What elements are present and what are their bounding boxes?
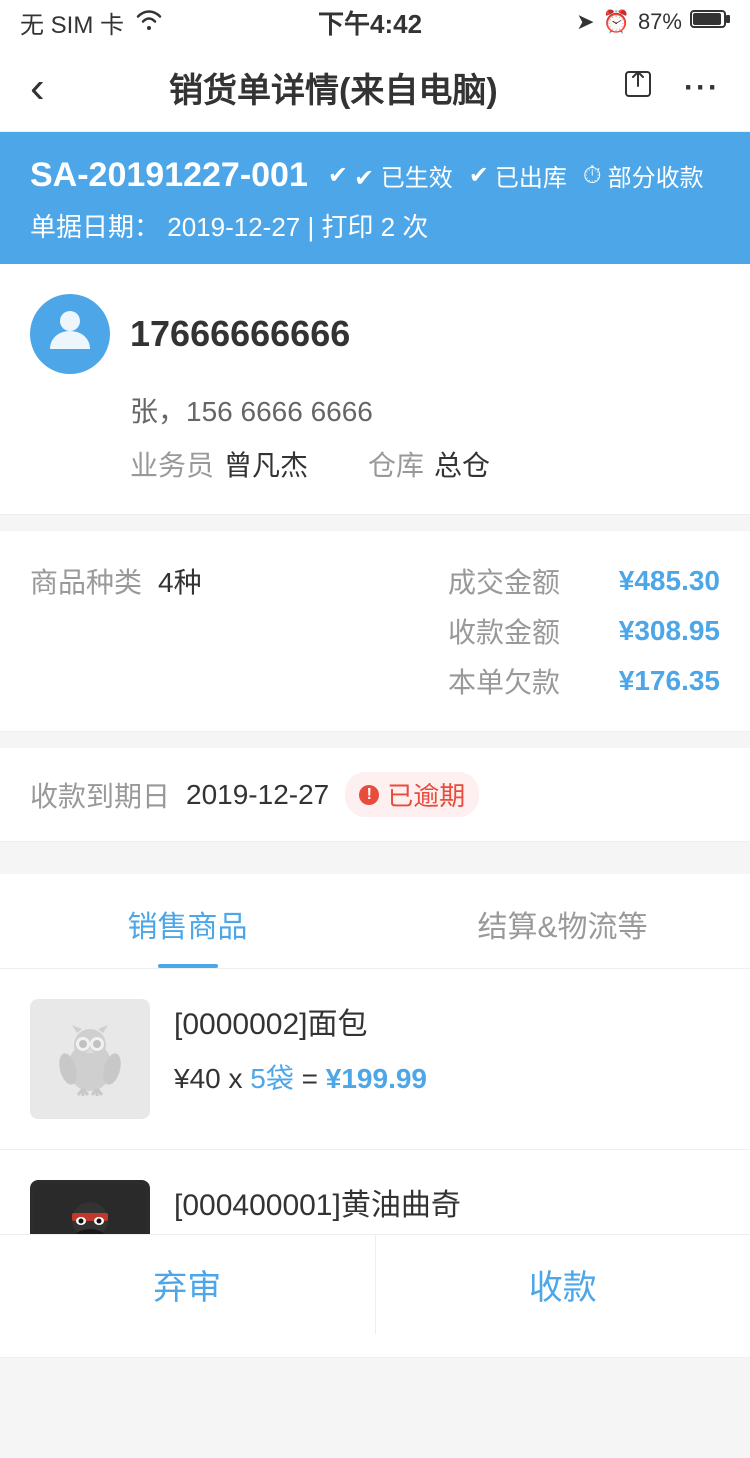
user-icon <box>45 303 95 365</box>
collected-label: 收款金额 <box>448 611 560 651</box>
clock-icon: ⏱ <box>583 162 602 190</box>
bottom-spacer <box>0 1358 750 1458</box>
collect-label: 收款 <box>529 1260 597 1309</box>
summary-amounts: 成交金额 ¥485.30 收款金额 ¥308.95 本单欠款 ¥176.35 <box>448 561 720 701</box>
nav-bar: ‹ 销货单详情(来自电脑) ··· <box>0 44 750 132</box>
deal-amount-row: 成交金额 ¥485.30 <box>448 561 720 601</box>
location-icon: ➤ <box>576 9 594 35</box>
battery-level: 87% <box>638 9 682 35</box>
tab-products[interactable]: 销售商品 <box>0 874 375 968</box>
wifi-icon <box>134 8 164 37</box>
debt-amount-row: 本单欠款 ¥176.35 <box>448 661 720 701</box>
badge-partial: ⏱ 部分收款 <box>583 158 704 193</box>
product-name-2: [000400001]黄油曲奇 <box>174 1180 720 1224</box>
customer-phone: 17666666666 <box>130 313 350 355</box>
price-base-1: ¥40 x <box>174 1063 250 1094</box>
print-info: | 打印 2 次 <box>307 212 428 242</box>
more-icon[interactable]: ··· <box>684 71 720 105</box>
order-badges: ✔ ✔ 已生效 ✔ 已出库 ⏱ 部分收款 <box>328 158 704 193</box>
overdue-badge: ! 已逾期 <box>345 772 479 817</box>
tab-products-label: 销售商品 <box>128 911 248 944</box>
bottom-bar: 弃审 收款 <box>0 1234 750 1334</box>
summary-row: 商品种类 4种 成交金额 ¥485.30 收款金额 ¥308.95 本单欠款 ¥… <box>30 561 720 701</box>
status-left: 无 SIM 卡 <box>20 5 164 40</box>
tab-settlement[interactable]: 结算&物流等 <box>375 874 750 968</box>
tab-settlement-label: 结算&物流等 <box>477 911 647 944</box>
sales-meta: 业务员 曾凡杰 <box>130 444 308 484</box>
status-bar: 无 SIM 卡 下午4:42 ➤ ⏰ 87% <box>0 0 750 44</box>
customer-section: 17666666666 张，156 6666 6666 业务员 曾凡杰 仓库 总… <box>0 264 750 515</box>
due-date-value: 2019-12-27 <box>186 779 329 811</box>
alarm-icon: ⏰ <box>603 9 630 35</box>
section-divider <box>0 842 750 858</box>
cancel-label: 弃审 <box>153 1260 221 1309</box>
badge-effective: ✔ ✔ 已生效 <box>328 158 453 193</box>
collect-button[interactable]: 收款 <box>376 1235 750 1334</box>
warehouse-label: 仓库 <box>368 444 424 484</box>
product-thumb-1 <box>30 999 150 1119</box>
due-label: 收款到期日 <box>30 775 170 815</box>
product-price-1: ¥40 x 5袋 = ¥199.99 <box>174 1057 720 1097</box>
cancel-button[interactable]: 弃审 <box>0 1235 376 1334</box>
summary-kinds: 商品种类 4种 <box>30 561 202 601</box>
nav-actions: ··· <box>622 68 720 108</box>
avatar <box>30 294 110 374</box>
collected-amount: ¥308.95 <box>580 615 720 647</box>
sim-status: 无 SIM 卡 <box>20 5 124 40</box>
product-item: [0000002]面包 ¥40 x 5袋 = ¥199.99 <box>0 969 750 1150</box>
order-date-value: 2019-12-27 <box>167 212 300 242</box>
collected-amount-row: 收款金额 ¥308.95 <box>448 611 720 651</box>
customer-meta: 业务员 曾凡杰 仓库 总仓 <box>130 444 720 484</box>
warehouse-name: 总仓 <box>434 444 490 484</box>
deal-label: 成交金额 <box>448 561 560 601</box>
debt-amount: ¥176.35 <box>580 665 720 697</box>
overdue-icon: ! <box>359 785 379 805</box>
check-icon-1: ✔ <box>328 161 348 190</box>
sales-label: 业务员 <box>130 444 214 484</box>
owl-image <box>30 999 150 1119</box>
sales-name: 曾凡杰 <box>224 444 308 484</box>
date-label: 单据日期： <box>30 212 160 242</box>
badge-shipped: ✔ 已出库 <box>469 158 567 193</box>
price-total-1: ¥199.99 <box>326 1063 427 1094</box>
back-button[interactable]: ‹ <box>30 63 45 113</box>
customer-top: 17666666666 <box>30 294 720 374</box>
status-time: 下午4:42 <box>318 4 422 41</box>
summary-section: 商品种类 4种 成交金额 ¥485.30 收款金额 ¥308.95 本单欠款 ¥… <box>0 531 750 732</box>
due-section: 收款到期日 2019-12-27 ! 已逾期 <box>0 748 750 842</box>
order-date: 单据日期： 2019-12-27 | 打印 2 次 <box>30 207 720 244</box>
price-qty-1: 5袋 <box>250 1063 294 1094</box>
debt-label: 本单欠款 <box>448 661 560 701</box>
battery-icon <box>690 8 730 36</box>
status-right: ➤ ⏰ 87% <box>576 8 730 36</box>
price-eq-1: = <box>302 1063 326 1094</box>
tab-bar: 销售商品 结算&物流等 <box>0 874 750 969</box>
order-id: SA-20191227-001 <box>30 156 308 195</box>
product-info-1: [0000002]面包 ¥40 x 5袋 = ¥199.99 <box>174 999 720 1097</box>
share-icon[interactable] <box>622 68 654 108</box>
overdue-text: 已逾期 <box>387 776 465 813</box>
order-header: SA-20191227-001 ✔ ✔ 已生效 ✔ 已出库 ⏱ 部分收款 单据日… <box>0 132 750 264</box>
check-icon-2: ✔ <box>469 161 489 190</box>
product-name-1: [0000002]面包 <box>174 999 720 1043</box>
warehouse-meta: 仓库 总仓 <box>368 444 490 484</box>
kinds-label: 商品种类 <box>30 561 142 601</box>
deal-amount: ¥485.30 <box>580 565 720 597</box>
kinds-count: 4种 <box>158 561 202 601</box>
customer-contact: 张，156 6666 6666 <box>130 390 720 430</box>
page-title: 销货单详情(来自电脑) <box>169 63 498 112</box>
